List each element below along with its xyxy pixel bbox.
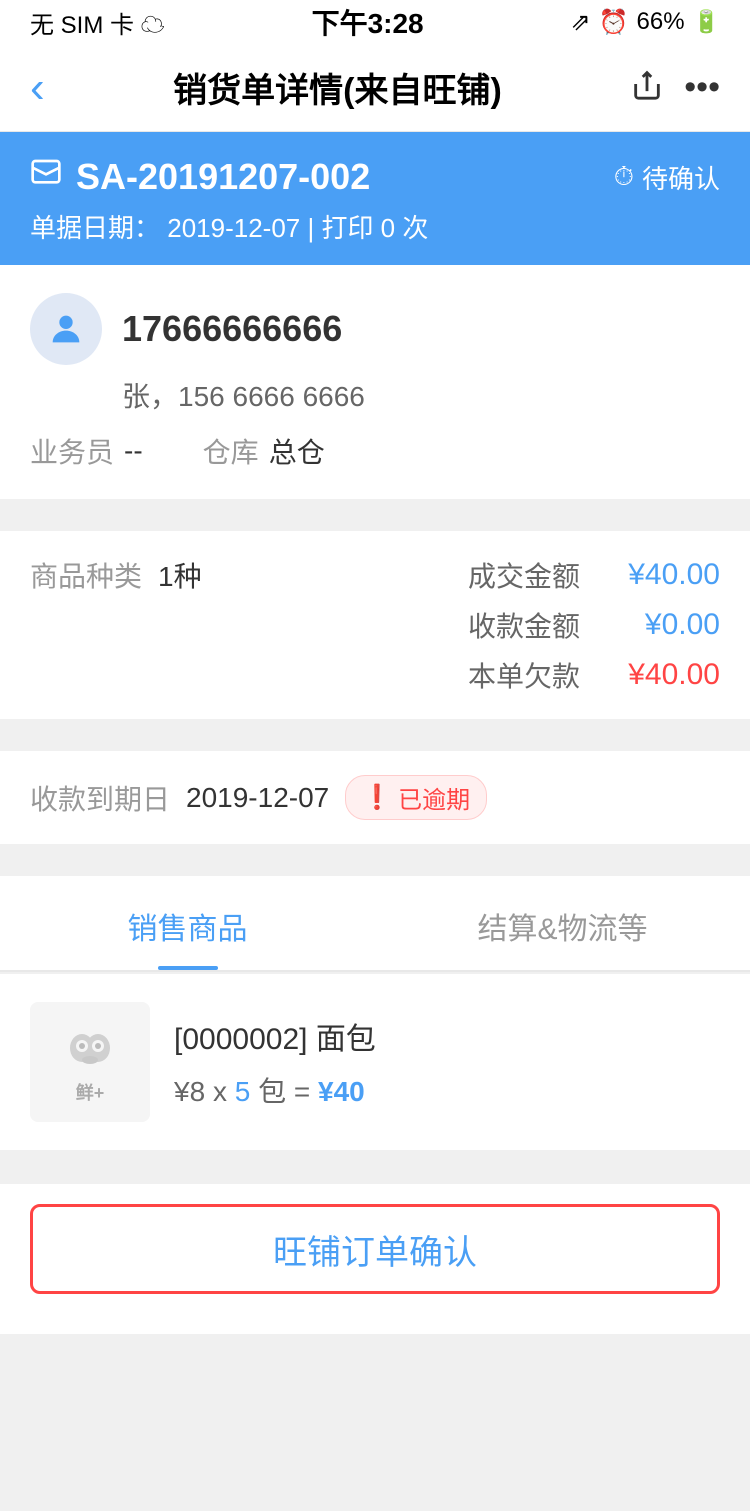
battery-status: 66% bbox=[637, 8, 685, 36]
amounts-info: 成交金额 ¥40.00 收款金额 ¥0.00 本单欠款 ¥40.00 bbox=[375, 555, 720, 695]
order-date-value: 2019-12-07 bbox=[167, 213, 300, 243]
product-total: ¥40 bbox=[318, 1076, 365, 1107]
product-info: [0000002] 面包 ¥8 x 5 包 = ¥40 bbox=[174, 1014, 720, 1110]
status-time: 下午3:28 bbox=[312, 2, 424, 42]
amount-value: ¥40.00 bbox=[600, 558, 720, 592]
product-qty: 5 bbox=[235, 1076, 251, 1107]
product-equals: = bbox=[294, 1076, 318, 1107]
tabs-container: 销售商品 结算&物流等 bbox=[0, 876, 750, 972]
clock-icon: ⏱ bbox=[614, 161, 634, 193]
tab-products[interactable]: 销售商品 bbox=[0, 876, 375, 970]
owed-value: ¥40.00 bbox=[600, 658, 720, 692]
product-thumb-label: 鲜+ bbox=[76, 1079, 105, 1105]
product-thumb-content: 鲜+ bbox=[60, 1020, 120, 1105]
order-number-row: SA-20191207-002 ⏱ 待确认 bbox=[30, 156, 720, 198]
amount-label: 成交金额 bbox=[468, 555, 580, 595]
confirm-order-label: 旺铺订单确认 bbox=[273, 1225, 477, 1274]
warehouse-value: 总仓 bbox=[269, 431, 325, 471]
due-date-section: 收款到期日 2019-12-07 ❗ 已逾期 bbox=[0, 751, 750, 844]
product-code: [0000002] bbox=[174, 1023, 307, 1056]
battery-icon: 🔋 bbox=[693, 9, 720, 35]
more-button[interactable]: ••• bbox=[684, 68, 720, 107]
salesperson-label: 业务员 bbox=[30, 431, 114, 471]
order-id: SA-20191207-002 bbox=[30, 156, 370, 198]
order-number-text: SA-20191207-002 bbox=[76, 156, 370, 198]
due-date-label: 收款到期日 bbox=[30, 778, 170, 818]
status-right: ⇗ ⏰ 66% 🔋 bbox=[571, 8, 720, 37]
overdue-badge: ❗ 已逾期 bbox=[345, 775, 487, 820]
divider-2 bbox=[0, 735, 750, 751]
nav-left: ‹ bbox=[30, 63, 45, 113]
nav-bar: ‹ 销货单详情(来自旺铺) ••• bbox=[0, 44, 750, 132]
amount-item: 成交金额 ¥40.00 bbox=[468, 555, 720, 595]
product-title: 面包 bbox=[316, 1023, 376, 1056]
divider-3 bbox=[0, 860, 750, 876]
divider-1 bbox=[0, 515, 750, 531]
tab-settlement[interactable]: 结算&物流等 bbox=[375, 876, 750, 970]
bottom-bar: 旺铺订单确认 bbox=[0, 1184, 750, 1334]
tab-settlement-label: 结算&物流等 bbox=[477, 913, 647, 946]
product-multiply: x bbox=[213, 1076, 235, 1107]
customer-detail-row: 业务员 -- 仓库 总仓 bbox=[30, 431, 720, 471]
sim-status: 无 SIM 卡 ☁ bbox=[30, 5, 165, 40]
owed-item: 本单欠款 ¥40.00 bbox=[468, 655, 720, 695]
order-icon bbox=[30, 156, 62, 198]
customer-row: 17666666666 bbox=[30, 293, 720, 365]
collected-item: 收款金额 ¥0.00 bbox=[468, 605, 720, 645]
collected-label: 收款金额 bbox=[468, 605, 580, 645]
warehouse-label: 仓库 bbox=[203, 431, 259, 471]
bottom-spacer bbox=[0, 1351, 750, 1511]
status-bar: 无 SIM 卡 ☁ 下午3:28 ⇗ ⏰ 66% 🔋 bbox=[0, 0, 750, 44]
product-price: ¥8 x 5 包 = ¥40 bbox=[174, 1070, 720, 1110]
overdue-text: 已逾期 bbox=[398, 780, 470, 815]
owed-label: 本单欠款 bbox=[468, 655, 580, 695]
product-item: 鲜+ [0000002] 面包 ¥8 x 5 包 = ¥40 bbox=[0, 974, 750, 1151]
customer-section: 17666666666 张，156 6666 6666 业务员 -- 仓库 总仓 bbox=[0, 265, 750, 499]
tab-products-label: 销售商品 bbox=[128, 913, 248, 946]
customer-phone: 17666666666 bbox=[122, 308, 342, 350]
order-status-badge: ⏱ 待确认 bbox=[614, 159, 720, 196]
product-thumbnail: 鲜+ bbox=[30, 1002, 150, 1122]
product-name: [0000002] 面包 bbox=[174, 1014, 720, 1058]
category-info: 商品种类 1种 bbox=[30, 555, 375, 595]
export-button[interactable] bbox=[630, 67, 664, 109]
back-button[interactable]: ‹ bbox=[30, 63, 45, 113]
location-icon: ⇗ bbox=[571, 8, 591, 37]
nav-right: ••• bbox=[630, 67, 720, 109]
product-section: 鲜+ [0000002] 面包 ¥8 x 5 包 = ¥40 bbox=[0, 974, 750, 1151]
category-label: 商品种类 bbox=[30, 555, 142, 595]
order-date-label: 单据日期： bbox=[30, 213, 160, 243]
confirm-order-button[interactable]: 旺铺订单确认 bbox=[30, 1204, 720, 1294]
due-date-value: 2019-12-07 bbox=[186, 782, 329, 814]
order-print-info: | 打印 0 次 bbox=[307, 213, 428, 243]
exclamation-icon: ❗ bbox=[362, 783, 392, 812]
alarm-icon: ⏰ bbox=[599, 8, 629, 37]
order-banner: SA-20191207-002 ⏱ 待确认 单据日期： 2019-12-07 |… bbox=[0, 132, 750, 265]
order-meta: 单据日期： 2019-12-07 | 打印 0 次 bbox=[30, 208, 720, 245]
product-unit-price: ¥8 bbox=[174, 1076, 205, 1107]
page-title: 销货单详情(来自旺铺) bbox=[173, 63, 502, 112]
category-value: 1种 bbox=[158, 555, 202, 595]
avatar bbox=[30, 293, 102, 365]
salesperson-value: -- bbox=[124, 435, 143, 467]
order-status-text: 待确认 bbox=[642, 159, 720, 196]
status-left: 无 SIM 卡 ☁ bbox=[30, 5, 165, 40]
product-unit: 包 bbox=[258, 1076, 286, 1107]
collected-value: ¥0.00 bbox=[600, 608, 720, 642]
summary-section: 商品种类 1种 成交金额 ¥40.00 收款金额 ¥0.00 本单欠款 ¥40.… bbox=[0, 531, 750, 719]
customer-name: 张，156 6666 6666 bbox=[122, 375, 720, 415]
